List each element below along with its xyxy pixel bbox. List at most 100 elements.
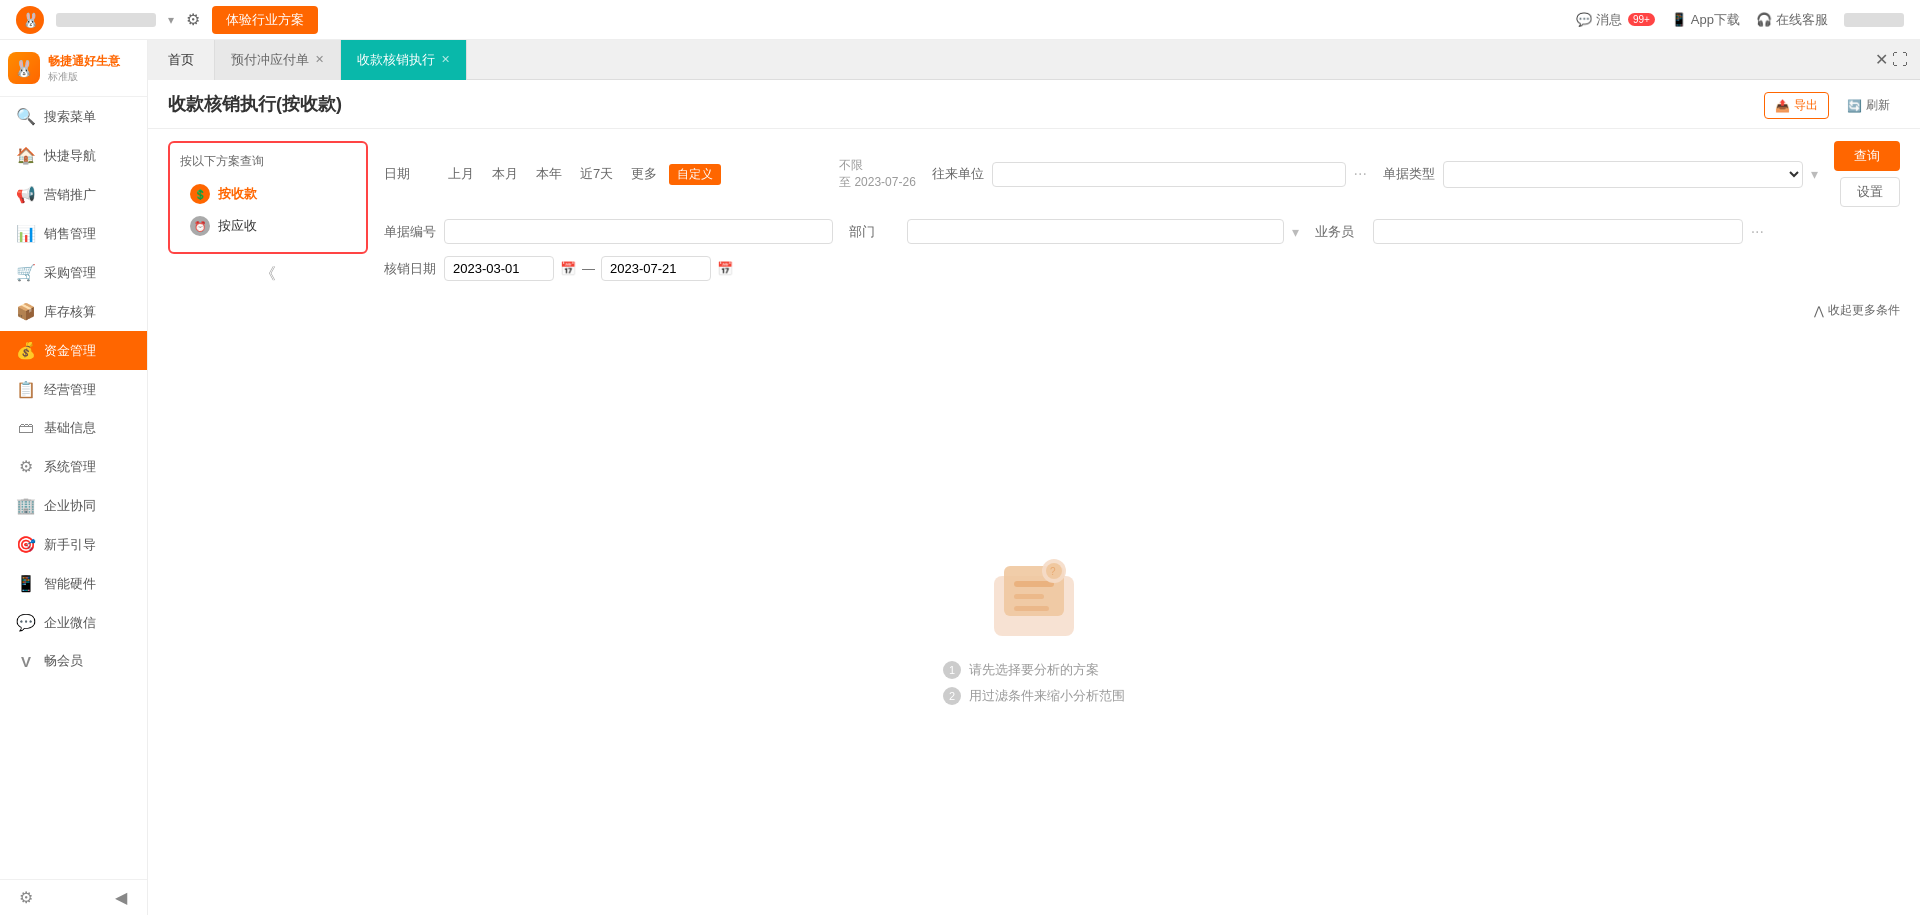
sidebar-label-operation: 经营管理 [44, 381, 96, 399]
sidebar-logo-icon: 🐰 [8, 52, 40, 84]
sidebar-item-inventory[interactable]: 📦 库存核算 [0, 292, 147, 331]
date-unlimit-to: 至 2023-07-26 [839, 174, 916, 191]
tab-fullscreen-button[interactable]: ⛶ [1892, 51, 1908, 69]
date-btn-7days[interactable]: 近7天 [574, 163, 619, 185]
dept-input[interactable] [907, 219, 1283, 244]
by-receipt-icon: 💲 [190, 184, 210, 204]
sidebar-label-basic-info: 基础信息 [44, 419, 96, 437]
tabbar-actions: ✕ ⛶ [1863, 50, 1920, 69]
date-btn-more[interactable]: 更多 [625, 163, 663, 185]
employee-more-icon[interactable]: ··· [1751, 223, 1764, 241]
content-area: 首页 预付冲应付单 ✕ 收款核销执行 ✕ ✕ ⛶ 收款核销执行(按收款) [148, 40, 1920, 915]
settings-button[interactable]: 设置 [1840, 177, 1900, 207]
operation-icon: 📋 [16, 380, 36, 399]
collapse-more-icon: ⋀ [1814, 304, 1824, 318]
tab-receipt-writeoff[interactable]: 收款核销执行 ✕ [341, 40, 467, 80]
refresh-label: 刷新 [1866, 97, 1890, 114]
online-service-item[interactable]: 🎧 在线客服 [1756, 11, 1828, 29]
basic-info-icon: 🗃 [16, 419, 36, 437]
sidebar-settings-icon[interactable]: ⚙ [16, 888, 36, 907]
refresh-button[interactable]: 🔄 刷新 [1837, 92, 1900, 119]
sidebar-label-wechat: 企业微信 [44, 614, 96, 632]
doc-no-input[interactable] [444, 219, 833, 244]
counterparty-input[interactable] [992, 162, 1346, 187]
purchase-icon: 🛒 [16, 263, 36, 282]
sidebar-item-enterprise[interactable]: 🏢 企业协同 [0, 486, 147, 525]
brand-chevron-icon[interactable]: ▾ [168, 13, 174, 27]
collapse-more-button[interactable]: ⋀ 收起更多条件 [1814, 302, 1900, 319]
brand-name [56, 13, 156, 27]
writeoff-date-end-calendar-icon[interactable]: 📅 [717, 261, 733, 276]
tab-prepay[interactable]: 预付冲应付单 ✕ [215, 40, 341, 80]
writeoff-date-start-calendar-icon[interactable]: 📅 [560, 261, 576, 276]
export-button[interactable]: 📤 导出 [1764, 92, 1829, 119]
app-download-item[interactable]: 📱 App下载 [1671, 11, 1740, 29]
user-name[interactable] [1844, 13, 1904, 27]
date-label: 日期 [384, 165, 434, 183]
topbar-right: 💬 消息 99+ 📱 App下载 🎧 在线客服 [1576, 11, 1904, 29]
guide-icon: 🎯 [16, 535, 36, 554]
empty-illustration: ? [974, 546, 1094, 649]
sidebar-label-member: 畅会员 [44, 652, 83, 670]
date-btn-custom[interactable]: 自定义 [669, 164, 721, 185]
date-btn-this-year[interactable]: 本年 [530, 163, 568, 185]
by-receivable-icon: ⏰ [190, 216, 210, 236]
tip-text-2: 用过滤条件来缩小分析范围 [969, 687, 1125, 705]
sidebar-item-member[interactable]: V 畅会员 [0, 642, 147, 680]
sidebar-item-operation[interactable]: 📋 经营管理 [0, 370, 147, 409]
writeoff-date-start-input[interactable] [444, 256, 554, 281]
collapse-filter-panel-button[interactable]: 《 [256, 262, 280, 286]
sidebar-item-purchase[interactable]: 🛒 采购管理 [0, 253, 147, 292]
date-options: 上月 本月 本年 近7天 更多 自定义 [442, 163, 721, 185]
tab-home[interactable]: 首页 [148, 40, 215, 80]
filter-option-by-receivable[interactable]: ⏰ 按应收 [180, 210, 356, 242]
filter-row-2: 单据编号 部门 ▾ 业务员 ··· [384, 219, 1900, 244]
query-button[interactable]: 查询 [1834, 141, 1900, 171]
wechat-icon: 💬 [16, 613, 36, 632]
sidebar-item-sales[interactable]: 📊 销售管理 [0, 214, 147, 253]
date-btn-last-month[interactable]: 上月 [442, 163, 480, 185]
sidebar-item-basic-info[interactable]: 🗃 基础信息 [0, 409, 147, 447]
sidebar-item-quick-nav[interactable]: 🏠 快捷导航 [0, 136, 147, 175]
sidebar-item-hardware[interactable]: 📱 智能硬件 [0, 564, 147, 603]
tab-close-all-button[interactable]: ✕ [1875, 50, 1888, 69]
filter-option-by-receipt[interactable]: 💲 按收款 [180, 178, 356, 210]
dept-arrow-icon: ▾ [1292, 224, 1299, 240]
message-item[interactable]: 💬 消息 99+ [1576, 11, 1655, 29]
tab-receipt-writeoff-close-icon[interactable]: ✕ [441, 53, 450, 66]
solution-button[interactable]: 体验行业方案 [212, 6, 318, 34]
counterparty-more-icon[interactable]: ··· [1354, 165, 1367, 183]
quick-nav-icon: 🏠 [16, 146, 36, 165]
sidebar-item-finance[interactable]: 💰 资金管理 [0, 331, 147, 370]
svg-rect-3 [1014, 594, 1044, 599]
member-icon: V [16, 653, 36, 670]
topbar: 🐰 ▾ ⚙ 体验行业方案 💬 消息 99+ 📱 App下载 🎧 在线客服 [0, 0, 1920, 40]
sidebar-item-marketing[interactable]: 📢 营销推广 [0, 175, 147, 214]
main-layout: 🐰 畅捷通好生意 标准版 🔍 搜索菜单 🏠 快捷导航 📢 营销推广 📊 销售管理… [0, 40, 1920, 915]
sidebar-bottom: ⚙ ◀ [0, 879, 147, 915]
export-label: 导出 [1794, 97, 1818, 114]
topbar-gear-icon[interactable]: ⚙ [186, 10, 200, 29]
page-title: 收款核销执行(按收款) [168, 92, 342, 116]
employee-input[interactable] [1373, 219, 1743, 244]
sidebar-label-system: 系统管理 [44, 458, 96, 476]
logo-icon: 🐰 [16, 6, 44, 34]
sidebar: 🐰 畅捷通好生意 标准版 🔍 搜索菜单 🏠 快捷导航 📢 营销推广 📊 销售管理… [0, 40, 148, 915]
writeoff-date-end-input[interactable] [601, 256, 711, 281]
filter-scheme-panel: 按以下方案查询 💲 按收款 ⏰ 按应收 《 [168, 141, 368, 286]
app-label: App下载 [1691, 11, 1740, 29]
date-unlimit-info: 不限 至 2023-07-26 [839, 157, 916, 191]
tab-prepay-label: 预付冲应付单 [231, 51, 309, 69]
sidebar-item-guide[interactable]: 🎯 新手引导 [0, 525, 147, 564]
app-icon: 📱 [1671, 12, 1687, 27]
sidebar-collapse-icon[interactable]: ◀ [111, 888, 131, 907]
collapse-more-section: ⋀ 收起更多条件 [168, 298, 1900, 323]
sidebar-item-search-menu[interactable]: 🔍 搜索菜单 [0, 97, 147, 136]
date-btn-this-month[interactable]: 本月 [486, 163, 524, 185]
sidebar-item-system[interactable]: ⚙ 系统管理 [0, 447, 147, 486]
sidebar-item-wechat[interactable]: 💬 企业微信 [0, 603, 147, 642]
search-menu-icon: 🔍 [16, 107, 36, 126]
tabbar: 首页 预付冲应付单 ✕ 收款核销执行 ✕ ✕ ⛶ [148, 40, 1920, 80]
doc-type-select[interactable] [1443, 161, 1803, 188]
tab-prepay-close-icon[interactable]: ✕ [315, 53, 324, 66]
